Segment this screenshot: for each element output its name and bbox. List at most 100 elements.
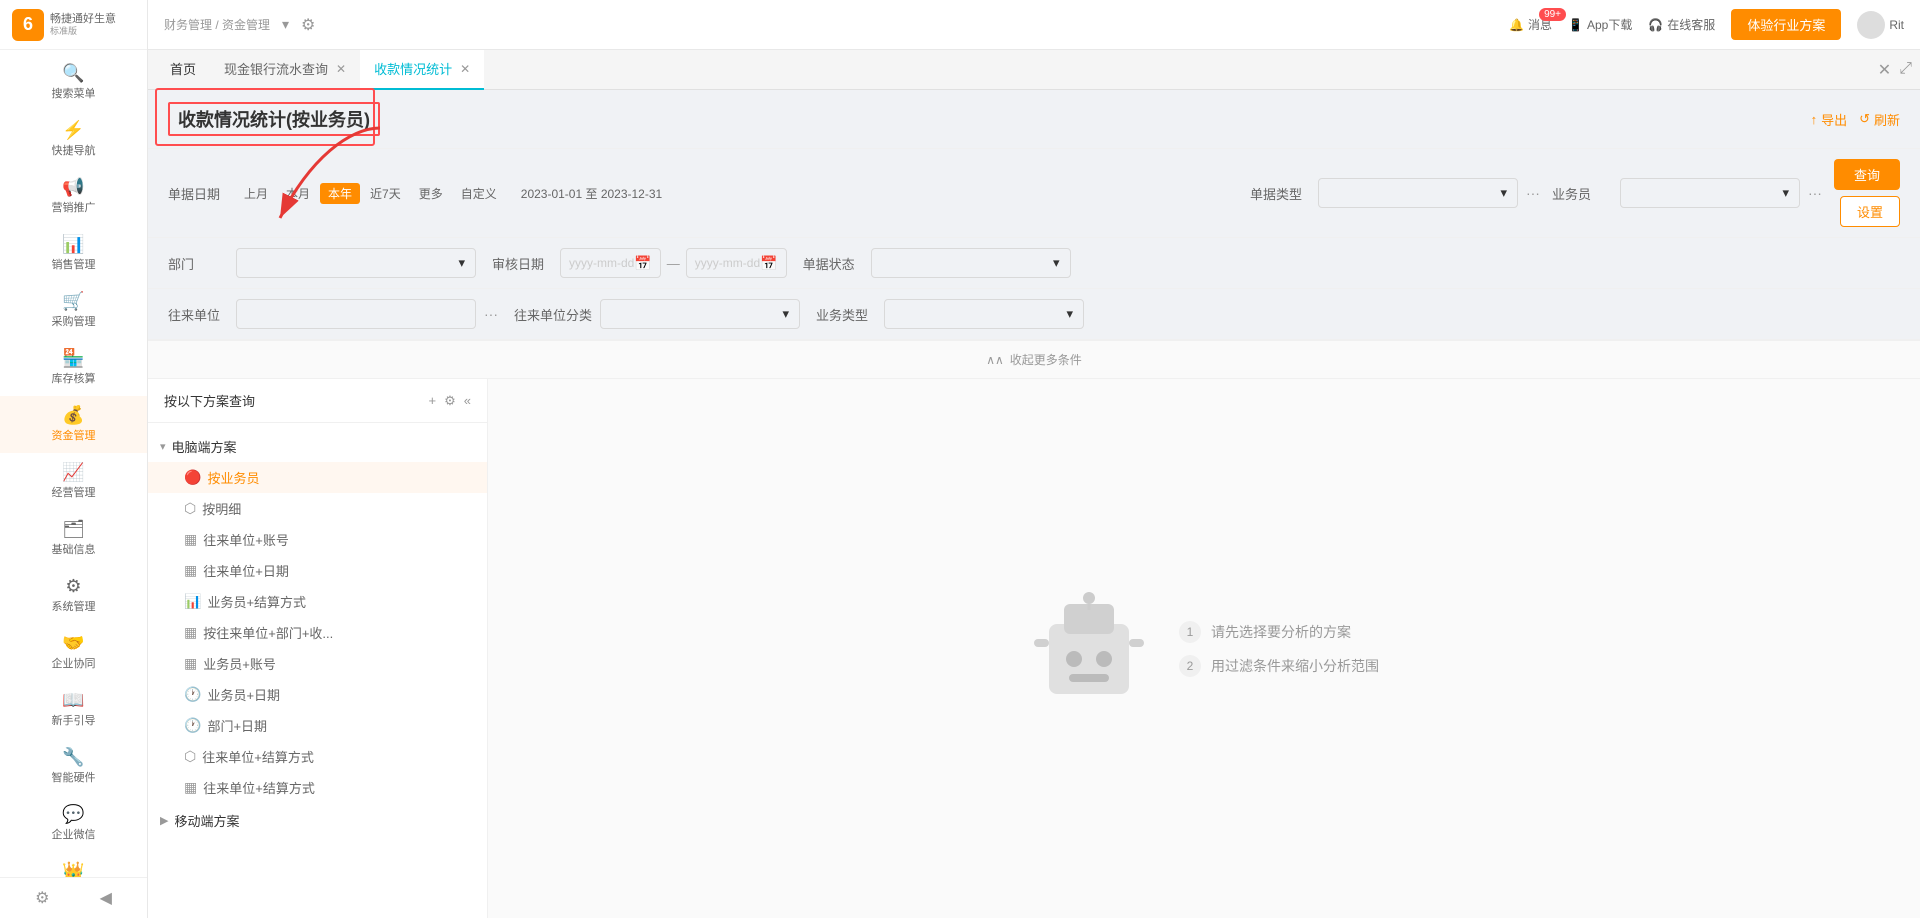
scheme-add-button[interactable]: +	[429, 393, 437, 409]
doc-type-select[interactable]: ▾	[1318, 178, 1518, 208]
scheme-item-partner-account[interactable]: ▦ 往来单位+账号	[148, 524, 487, 555]
doc-type-filter: 单据类型 ▾ ···	[1250, 178, 1540, 208]
scheme-item-detail[interactable]: ⬡ 按明细	[148, 493, 487, 524]
partner-input[interactable]	[236, 299, 476, 329]
date-range-display: 2023-01-01 至 2023-12-31	[521, 185, 662, 202]
sidebar-item-marketing[interactable]: 📢 营销推广	[0, 168, 147, 225]
enterprise-icon: 🤝	[62, 634, 84, 652]
tab-bank-flow[interactable]: 现金银行流水查询 ✕	[210, 50, 360, 90]
collapse-bar[interactable]: ∧∧ 收起更多条件	[148, 340, 1920, 379]
maximize-button[interactable]: ⤢	[1899, 60, 1912, 80]
query-button[interactable]: 查询	[1834, 159, 1900, 190]
app-download-button[interactable]: 📱 App下载	[1568, 16, 1632, 33]
header-right: 🔔 消息 99+ 📱 App下载 🎧 在线客服 体验行业方案 Rit	[1509, 9, 1904, 40]
inventory-icon: 🏪	[62, 349, 84, 367]
service-icon: 🎧	[1648, 18, 1663, 32]
sidebar-item-operations[interactable]: 📈 经营管理	[0, 453, 147, 510]
refresh-button[interactable]: ↺ 刷新	[1859, 110, 1900, 129]
scheme-item-salesperson-date[interactable]: 🕐 业务员+日期	[148, 679, 487, 710]
tab-receipt-stats-close[interactable]: ✕	[460, 62, 470, 76]
header-gear-button[interactable]: ⚙	[301, 15, 315, 35]
sidebar-item-vip[interactable]: 👑 畅会员	[0, 852, 147, 877]
sidebar-item-purchase[interactable]: 🛒 采购管理	[0, 282, 147, 339]
mobile-scheme-group: ▶ 移动端方案	[148, 805, 487, 836]
scheme-collapse-button[interactable]: «	[464, 393, 471, 409]
partner-category-filter: 往来单位分类 ▾	[514, 299, 800, 329]
shortcut-this-month[interactable]: 本月	[278, 183, 318, 204]
scheme-item-salesperson-account[interactable]: ▦ 业务员+账号	[148, 648, 487, 679]
dept-select[interactable]: ▾	[236, 248, 476, 278]
review-date-range: yyyy-mm-dd 📅 — yyyy-mm-dd 📅	[560, 248, 787, 278]
scheme-item-dept-date[interactable]: 🕐 部门+日期	[148, 710, 487, 741]
mobile-scheme-group-header[interactable]: ▶ 移动端方案	[148, 805, 487, 836]
settings-button[interactable]: 设置	[1840, 196, 1900, 227]
user-avatar[interactable]: Rit	[1857, 11, 1904, 39]
salesperson-select[interactable]: ▾	[1620, 178, 1800, 208]
close-all-tabs-button[interactable]: ✕	[1878, 60, 1891, 80]
salesperson-settlement-scheme-icon: 📊	[184, 593, 201, 610]
online-service-button[interactable]: 🎧 在线客服	[1648, 16, 1715, 33]
scheme-item-salesperson-settlement[interactable]: 📊 业务员+结算方式	[148, 586, 487, 617]
sidebar-item-enterprise[interactable]: 🤝 企业协同	[0, 624, 147, 681]
date-filter: 单据日期 上月 本月 本年 近7天 更多 自定义 2023-01-01 至 20…	[168, 183, 662, 204]
sidebar-item-hardware[interactable]: 🔧 智能硬件	[0, 738, 147, 795]
calendar-start-icon: 📅	[634, 255, 651, 272]
sidebar-item-basic[interactable]: 🗂 基础信息	[0, 510, 147, 567]
tip-num-1: 1	[1179, 621, 1201, 643]
shortcut-custom[interactable]: 自定义	[453, 183, 505, 204]
sidebar-item-quick-nav[interactable]: ⚡ 快捷导航	[0, 111, 147, 168]
scheme-panel-header: 按以下方案查询 + ⚙ «	[148, 379, 487, 423]
shortcut-this-year[interactable]: 本年	[320, 183, 360, 204]
empty-state-icon	[1029, 584, 1149, 714]
shortcut-last-month[interactable]: 上月	[236, 183, 276, 204]
review-date-start[interactable]: yyyy-mm-dd 📅	[560, 248, 661, 278]
scheme-item-salesperson[interactable]: 🔴 按业务员	[148, 462, 487, 493]
partner-account-scheme-icon: ▦	[184, 531, 197, 548]
partner-category-select[interactable]: ▾	[600, 299, 800, 329]
sidebar-item-sales[interactable]: 📊 销售管理	[0, 225, 147, 282]
sidebar-item-system[interactable]: ⚙ 系统管理	[0, 567, 147, 624]
scheme-settings-button[interactable]: ⚙	[444, 393, 456, 409]
doc-status-filter: 单据状态 ▾	[803, 248, 1071, 278]
sidebar-item-finance[interactable]: 💰 资金管理	[0, 396, 147, 453]
sidebar-nav: 🔍 搜索菜单 ⚡ 快捷导航 📢 营销推广 📊 销售管理 🛒 采购管理 🏪	[0, 50, 147, 877]
sidebar-item-wechat[interactable]: 💬 企业微信	[0, 795, 147, 852]
notifications-button[interactable]: 🔔 消息 99+	[1509, 16, 1552, 33]
doc-status-select[interactable]: ▾	[871, 248, 1071, 278]
scheme-item-partner-settlement2[interactable]: ▦ 往来单位+结算方式	[148, 772, 487, 803]
collapse-up-icon: ∧∧	[986, 353, 1004, 367]
pc-scheme-group-header[interactable]: ▾ 电脑端方案	[148, 431, 487, 462]
scheme-item-partner-dept-collect[interactable]: ▦ 按往来单位+部门+收...	[148, 617, 487, 648]
collapse-sidebar-button[interactable]: ◀	[100, 888, 112, 908]
trial-industry-button[interactable]: 体验行业方案	[1731, 9, 1841, 40]
tab-receipt-stats[interactable]: 收款情况统计 ✕	[360, 50, 484, 90]
export-button[interactable]: ↑ 导出	[1811, 110, 1848, 129]
doc-type-more-icon[interactable]: ···	[1526, 185, 1540, 201]
partner-date-scheme-icon: ▦	[184, 562, 197, 579]
action-buttons: 查询 设置	[1834, 159, 1900, 227]
empty-tip-2: 2 用过滤条件来缩小分析范围	[1179, 655, 1379, 677]
doc-type-label: 单据类型	[1250, 184, 1310, 203]
sidebar-item-search[interactable]: 🔍 搜索菜单	[0, 54, 147, 111]
breadcrumb-dropdown-icon[interactable]: ▾	[282, 16, 289, 33]
tab-home[interactable]: 首页	[156, 50, 210, 90]
sidebar-item-inventory[interactable]: 🏪 库存核算	[0, 339, 147, 396]
partner-more-icon[interactable]: ···	[484, 306, 498, 322]
wechat-icon: 💬	[62, 805, 84, 823]
partner-settlement2-scheme-icon: ▦	[184, 779, 197, 796]
scheme-item-partner-date[interactable]: ▦ 往来单位+日期	[148, 555, 487, 586]
review-date-end[interactable]: yyyy-mm-dd 📅	[686, 248, 787, 278]
settings-footer-button[interactable]: ⚙	[35, 888, 49, 908]
scheme-item-partner-settlement[interactable]: ⬡ 往来单位+结算方式	[148, 741, 487, 772]
sidebar-footer: ⚙ ◀	[0, 877, 147, 918]
refresh-icon: ↺	[1859, 111, 1870, 127]
marketing-icon: 📢	[62, 178, 84, 196]
shortcut-7days[interactable]: 近7天	[362, 183, 409, 204]
tab-bank-flow-close[interactable]: ✕	[336, 62, 346, 76]
top-header: 财务管理 / 资金管理 ▾ ⚙ 🔔 消息 99+ 📱 App下载 🎧 在线客服	[148, 0, 1920, 50]
operations-icon: 📈	[62, 463, 84, 481]
shortcut-more[interactable]: 更多	[411, 183, 451, 204]
salesperson-more-icon[interactable]: ···	[1808, 185, 1822, 201]
sidebar-item-guide[interactable]: 📖 新手引导	[0, 681, 147, 738]
biz-type-select[interactable]: ▾	[884, 299, 1084, 329]
